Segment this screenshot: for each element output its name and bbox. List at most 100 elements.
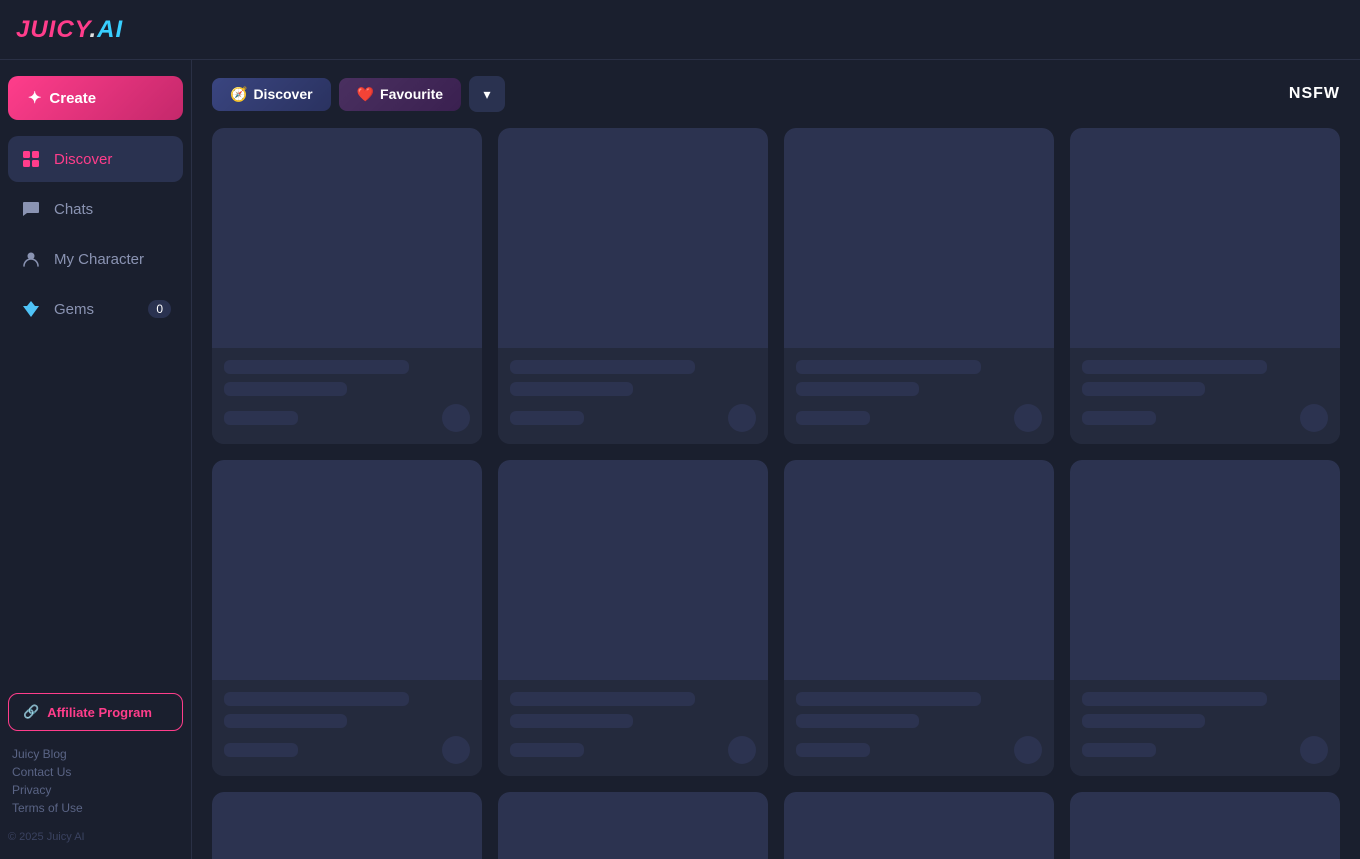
card-1-1[interactable]	[212, 128, 482, 444]
cards-grid-row1	[212, 128, 1340, 444]
create-label: Create	[49, 90, 96, 107]
skeleton-subtitle	[1082, 714, 1205, 728]
skeleton-tag	[510, 411, 584, 425]
nsfw-label: NSFW	[1289, 85, 1340, 103]
affiliate-button[interactable]: 🔗 Affiliate Program	[8, 693, 183, 731]
card-bottom	[1082, 404, 1328, 432]
card-info	[498, 680, 768, 776]
skeleton-subtitle	[1082, 382, 1205, 396]
card-info	[784, 348, 1054, 444]
card-image	[784, 792, 1054, 859]
gems-badge: 0	[148, 300, 171, 318]
cards-grid-row2	[212, 460, 1340, 776]
juicy-blog-link[interactable]: Juicy Blog	[12, 747, 179, 761]
card-image	[498, 792, 768, 859]
create-button[interactable]: ✦ Create	[8, 76, 183, 120]
skeleton-tag	[796, 411, 870, 425]
card-3-1[interactable]	[212, 792, 482, 859]
card-2-2[interactable]	[498, 460, 768, 776]
skeleton-title	[224, 360, 409, 374]
skeleton-title	[1082, 692, 1267, 706]
discover-tab[interactable]: 🧭 Discover	[212, 78, 331, 111]
sidebar-item-discover[interactable]: Discover	[8, 136, 183, 182]
gems-icon	[20, 298, 42, 320]
card-1-4[interactable]	[1070, 128, 1340, 444]
favourite-tab[interactable]: ❤️ Favourite	[339, 78, 461, 111]
card-image	[1070, 128, 1340, 348]
skeleton-title	[796, 692, 981, 706]
card-image	[784, 460, 1054, 680]
sparkle-icon: ✦	[28, 88, 41, 108]
skeleton-tag	[796, 743, 870, 757]
skeleton-title	[224, 692, 409, 706]
card-bottom	[796, 736, 1042, 764]
card-2-1[interactable]	[212, 460, 482, 776]
sidebar-item-my-character[interactable]: My Character	[8, 236, 183, 282]
copyright: © 2025 Juicy AI	[8, 831, 183, 843]
skeleton-avatar	[1300, 736, 1328, 764]
affiliate-label: Affiliate Program	[47, 705, 152, 720]
skeleton-title	[1082, 360, 1267, 374]
skeleton-subtitle	[796, 714, 919, 728]
gems-label: Gems	[54, 301, 94, 318]
card-1-3[interactable]	[784, 128, 1054, 444]
skeleton-title	[796, 360, 981, 374]
skeleton-avatar	[442, 736, 470, 764]
card-image	[212, 128, 482, 348]
skeleton-tag	[510, 743, 584, 757]
card-1-2[interactable]	[498, 128, 768, 444]
skeleton-tag	[224, 743, 298, 757]
logo-text: JUICY.AI	[16, 16, 123, 44]
my-character-icon	[20, 248, 42, 270]
skeleton-tag	[1082, 743, 1156, 757]
discover-tab-icon: 🧭	[230, 86, 247, 103]
discover-icon	[20, 148, 42, 170]
card-2-3[interactable]	[784, 460, 1054, 776]
card-info	[1070, 348, 1340, 444]
card-image	[212, 792, 482, 859]
skeleton-avatar	[1300, 404, 1328, 432]
contact-us-link[interactable]: Contact Us	[12, 765, 179, 779]
card-3-3[interactable]	[784, 792, 1054, 859]
cards-grid-row3	[212, 792, 1340, 859]
card-image	[1070, 460, 1340, 680]
card-bottom	[224, 404, 470, 432]
discover-label: Discover	[54, 151, 112, 168]
my-character-label: My Character	[54, 251, 144, 268]
terms-link[interactable]: Terms of Use	[12, 801, 179, 815]
skeleton-avatar	[1014, 736, 1042, 764]
skeleton-tag	[1082, 411, 1156, 425]
affiliate-icon: 🔗	[23, 704, 39, 720]
card-image	[784, 128, 1054, 348]
favourite-tab-label: Favourite	[380, 86, 443, 102]
card-3-2[interactable]	[498, 792, 768, 859]
card-info	[498, 348, 768, 444]
skeleton-subtitle	[510, 382, 633, 396]
dropdown-button[interactable]: ▾	[469, 76, 505, 112]
card-3-4[interactable]	[1070, 792, 1340, 859]
skeleton-title	[510, 360, 695, 374]
discover-tab-label: Discover	[253, 86, 312, 102]
sidebar-bottom: 🔗 Affiliate Program Juicy Blog Contact U…	[8, 693, 183, 843]
main-content: 🧭 Discover ❤️ Favourite ▾ NSFW	[192, 60, 1360, 859]
card-info	[212, 680, 482, 776]
card-image	[212, 460, 482, 680]
sidebar-item-chats[interactable]: Chats	[8, 186, 183, 232]
footer-links: Juicy Blog Contact Us Privacy Terms of U…	[8, 739, 183, 815]
skeleton-subtitle	[510, 714, 633, 728]
card-image	[498, 460, 768, 680]
card-2-4[interactable]	[1070, 460, 1340, 776]
privacy-link[interactable]: Privacy	[12, 783, 179, 797]
card-info	[212, 348, 482, 444]
card-info	[784, 680, 1054, 776]
card-info	[1070, 680, 1340, 776]
skeleton-avatar	[442, 404, 470, 432]
skeleton-avatar	[728, 404, 756, 432]
skeleton-avatar	[728, 736, 756, 764]
skeleton-subtitle	[224, 714, 347, 728]
card-bottom	[510, 736, 756, 764]
chats-icon	[20, 198, 42, 220]
skeleton-title	[510, 692, 695, 706]
sidebar-item-gems[interactable]: Gems 0	[8, 286, 183, 332]
card-image	[1070, 792, 1340, 859]
